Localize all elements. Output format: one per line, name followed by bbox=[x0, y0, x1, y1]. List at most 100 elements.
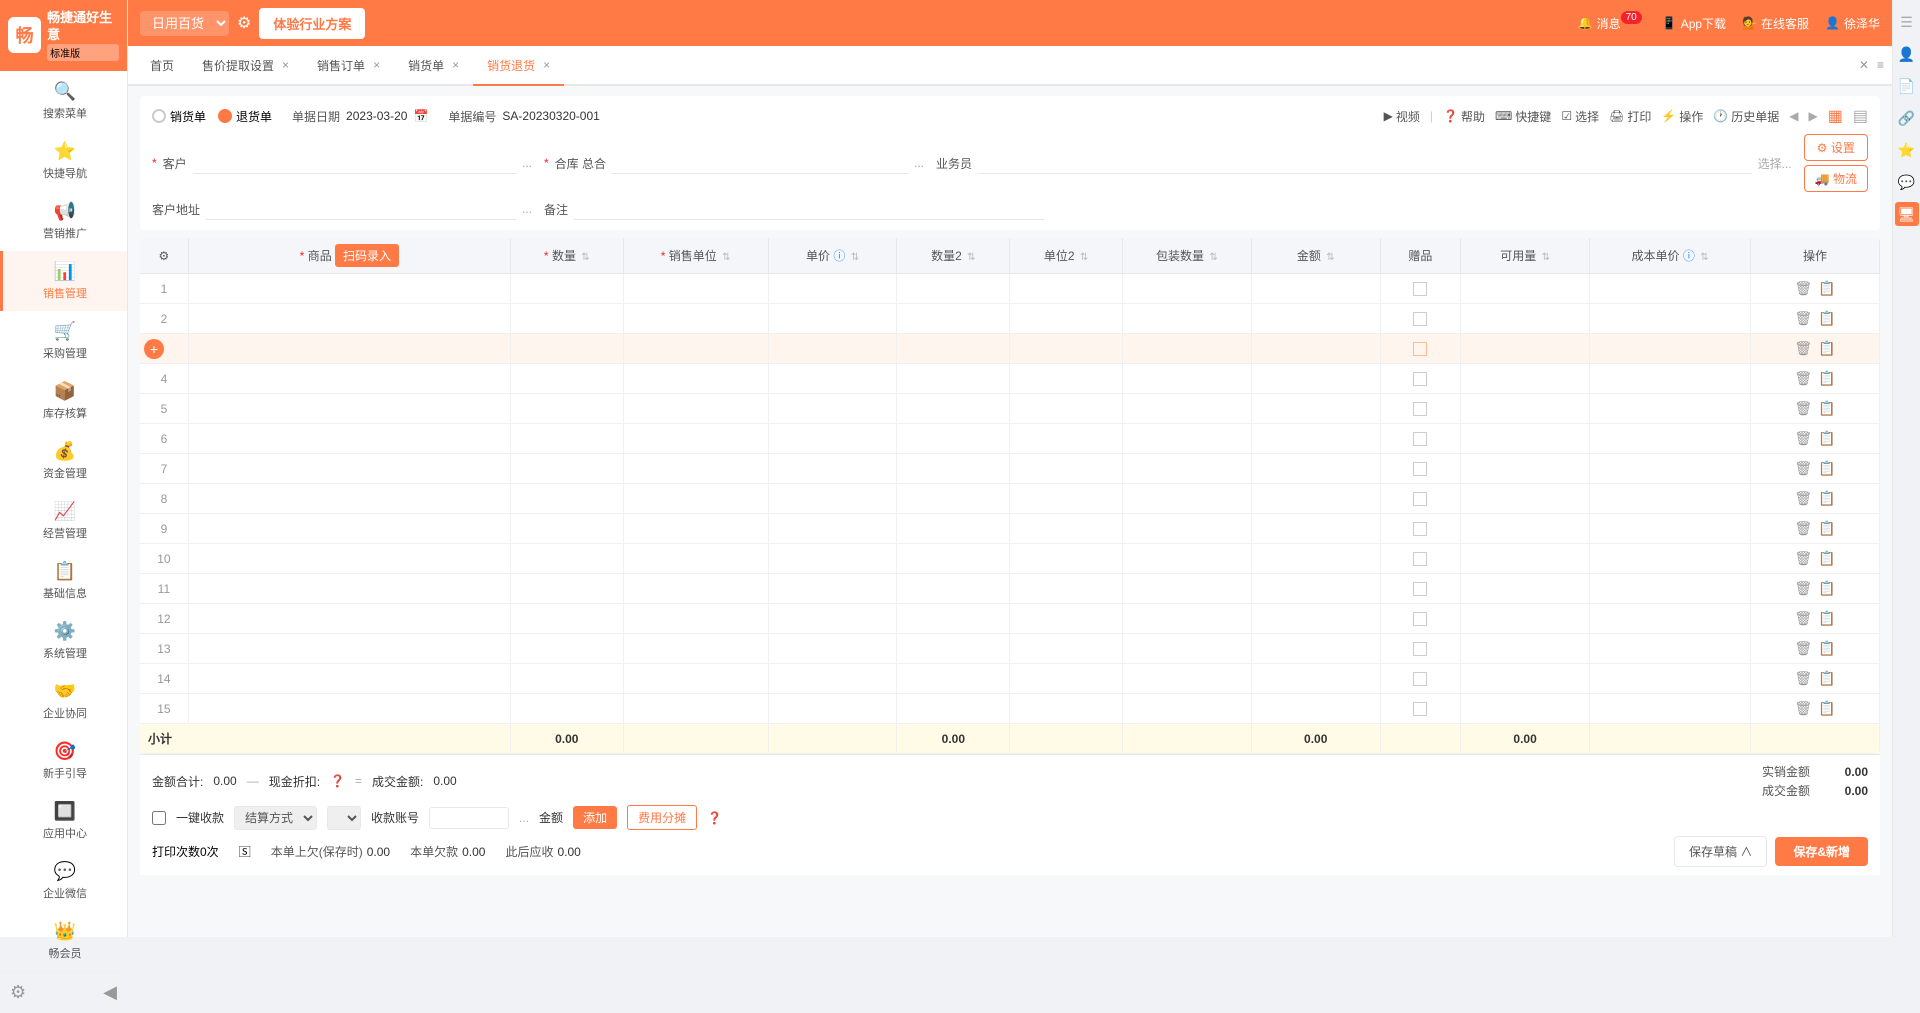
add-payment-btn[interactable]: 添加 bbox=[573, 806, 617, 829]
right-panel-icon-4[interactable]: 🔗 bbox=[1895, 106, 1919, 130]
sales-unit-cell[interactable] bbox=[623, 334, 768, 364]
unit2-cell[interactable] bbox=[1010, 334, 1123, 364]
sales-unit-sort-icon[interactable]: ⇅ bbox=[722, 252, 730, 263]
delete-icon[interactable]: 🗑 bbox=[1794, 280, 1812, 297]
close-all-icon[interactable]: ✕ bbox=[1859, 58, 1869, 72]
sidebar-item-marketing[interactable]: 📢 营销推广 bbox=[0, 191, 127, 251]
delete-icon[interactable]: 🗑 bbox=[1794, 670, 1812, 687]
gift-cell[interactable] bbox=[1380, 334, 1461, 364]
available-cell[interactable] bbox=[1461, 274, 1590, 304]
amount-cell[interactable] bbox=[1251, 334, 1380, 364]
sales-unit-cell[interactable] bbox=[623, 304, 768, 334]
available-cell[interactable] bbox=[1461, 334, 1590, 364]
delete-icon[interactable]: 🗑 bbox=[1794, 700, 1812, 717]
copy-icon[interactable]: 📋 bbox=[1818, 460, 1835, 477]
cost-price-sort-icon[interactable]: ⇅ bbox=[1700, 252, 1708, 263]
collapse-icon[interactable]: ◀ bbox=[103, 982, 117, 1003]
online-service-item[interactable]: 💁 在线客服 bbox=[1742, 15, 1809, 32]
pack-qty-sort-icon[interactable]: ⇅ bbox=[1209, 252, 1217, 263]
sidebar-item-sales[interactable]: 📊 销售管理 bbox=[0, 251, 127, 311]
quantity2-sort-icon[interactable]: ⇅ bbox=[967, 252, 975, 263]
tab-home[interactable]: 首页 bbox=[136, 46, 188, 86]
settlement-method-select[interactable]: 结算方式 bbox=[234, 806, 317, 830]
unit2-cell[interactable] bbox=[1010, 274, 1123, 304]
copy-icon[interactable]: 📋 bbox=[1818, 430, 1835, 447]
copy-icon[interactable]: 📋 bbox=[1818, 310, 1835, 327]
quantity-cell[interactable] bbox=[510, 334, 623, 364]
salesperson-input[interactable] bbox=[978, 152, 1752, 174]
copy-icon[interactable]: 📋 bbox=[1818, 640, 1835, 657]
quantity2-cell[interactable] bbox=[897, 274, 1010, 304]
sidebar-item-wechat[interactable]: 💬 企业微信 bbox=[0, 851, 127, 911]
copy-icon[interactable]: 📋 bbox=[1818, 370, 1835, 387]
unit-price-cell[interactable] bbox=[768, 304, 897, 334]
right-panel-icon-2[interactable]: 👤 bbox=[1895, 42, 1919, 66]
settings-btn[interactable]: ⚙ 设置 bbox=[1804, 134, 1868, 161]
delete-icon[interactable]: 🗑 bbox=[1794, 460, 1812, 477]
unit2-sort-icon[interactable]: ⇅ bbox=[1080, 252, 1088, 263]
account-dots[interactable]: ... bbox=[519, 811, 529, 825]
customer-dots[interactable]: ... bbox=[522, 156, 532, 170]
product-cell-active[interactable] bbox=[188, 334, 510, 364]
tab-sales-delivery[interactable]: 销货单 × bbox=[394, 46, 473, 86]
copy-icon[interactable]: 📋 bbox=[1818, 550, 1835, 567]
date-value[interactable]: 2023-03-20 bbox=[346, 109, 407, 123]
nav-prev-icon[interactable]: ◀ bbox=[1789, 109, 1798, 123]
fee-question-icon[interactable]: ❓ bbox=[707, 811, 722, 825]
industry-select[interactable]: 日用百货 bbox=[140, 11, 229, 36]
address-input[interactable] bbox=[206, 198, 516, 220]
sidebar-item-purchase[interactable]: 🛒 采购管理 bbox=[0, 311, 127, 371]
copy-icon[interactable]: 📋 bbox=[1818, 610, 1835, 627]
copy-icon[interactable]: 📋 bbox=[1818, 400, 1835, 417]
action-print[interactable]: 🖨 打印 bbox=[1609, 108, 1651, 125]
quantity-sort-icon[interactable]: ⇅ bbox=[581, 252, 589, 263]
unit-price-info-icon[interactable]: ⓘ bbox=[833, 249, 845, 263]
delete-icon[interactable]: 🗑 bbox=[1794, 340, 1812, 357]
sidebar-item-system[interactable]: ⚙️ 系统管理 bbox=[0, 611, 127, 671]
available-sort-icon[interactable]: ⇅ bbox=[1542, 252, 1550, 263]
menu-icon[interactable]: ≡ bbox=[1877, 58, 1884, 72]
save-draft-btn[interactable]: 保存草稿 ∧ bbox=[1674, 836, 1767, 867]
logistics-btn[interactable]: 🚚 物流 bbox=[1804, 165, 1868, 192]
calendar-icon[interactable]: 📅 bbox=[413, 109, 428, 123]
sidebar-item-operations[interactable]: 📈 经营管理 bbox=[0, 491, 127, 551]
action-shortcut[interactable]: ⌨ 快捷键 bbox=[1495, 108, 1551, 125]
right-panel-icon-5[interactable]: ⭐ bbox=[1895, 138, 1919, 162]
action-operate[interactable]: ⚡ 操作 bbox=[1661, 108, 1703, 125]
copy-icon[interactable]: 📋 bbox=[1818, 580, 1835, 597]
save-new-btn[interactable]: 保存&新增 bbox=[1775, 837, 1868, 866]
warehouse-dots[interactable]: ... bbox=[914, 156, 924, 170]
amount-cell[interactable] bbox=[1251, 274, 1380, 304]
radio-return[interactable]: 退货单 bbox=[218, 108, 272, 125]
gift-cell[interactable] bbox=[1380, 274, 1461, 304]
copy-icon[interactable]: 📋 bbox=[1818, 520, 1835, 537]
radio-sale[interactable]: 销货单 bbox=[152, 108, 206, 125]
sidebar-item-apps[interactable]: 🔲 应用中心 bbox=[0, 791, 127, 851]
address-dots[interactable]: ... bbox=[522, 202, 532, 216]
delete-icon[interactable]: 🗑 bbox=[1794, 490, 1812, 507]
sidebar-item-guide[interactable]: 🎯 新手引导 bbox=[0, 731, 127, 791]
unit2-cell[interactable] bbox=[1010, 304, 1123, 334]
cost-price-cell[interactable] bbox=[1590, 274, 1751, 304]
nav-next-icon[interactable]: ▶ bbox=[1809, 109, 1818, 123]
pack-qty-cell[interactable] bbox=[1122, 274, 1251, 304]
pack-qty-cell[interactable] bbox=[1122, 334, 1251, 364]
right-panel-icon-7[interactable]: 🖥 bbox=[1895, 202, 1919, 226]
salesperson-dots[interactable]: 选择... bbox=[1758, 155, 1792, 172]
topbar-gear-icon[interactable]: ⚙ bbox=[237, 13, 251, 33]
scan-btn[interactable]: 扫码录入 bbox=[335, 244, 399, 267]
delete-icon[interactable]: 🗑 bbox=[1794, 400, 1812, 417]
product-input-active[interactable] bbox=[193, 342, 506, 356]
note-input[interactable] bbox=[574, 198, 1044, 220]
delete-icon[interactable]: 🗑 bbox=[1794, 370, 1812, 387]
sidebar-item-stock[interactable]: 📦 库存核算 bbox=[0, 371, 127, 431]
product-cell[interactable] bbox=[188, 274, 510, 304]
sidebar-item-member[interactable]: 👑 畅会员 bbox=[0, 911, 127, 971]
right-panel-icon-1[interactable]: ☰ bbox=[1895, 10, 1919, 34]
copy-icon[interactable]: 📋 bbox=[1818, 340, 1835, 357]
tab-price-settings[interactable]: 售价提取设置 × bbox=[188, 46, 303, 86]
quantity-cell[interactable] bbox=[510, 274, 623, 304]
sidebar-item-search[interactable]: 🔍 搜索菜单 bbox=[0, 71, 127, 131]
cost-price-info-icon[interactable]: ⓘ bbox=[1683, 249, 1695, 263]
quantity-cell[interactable] bbox=[510, 304, 623, 334]
